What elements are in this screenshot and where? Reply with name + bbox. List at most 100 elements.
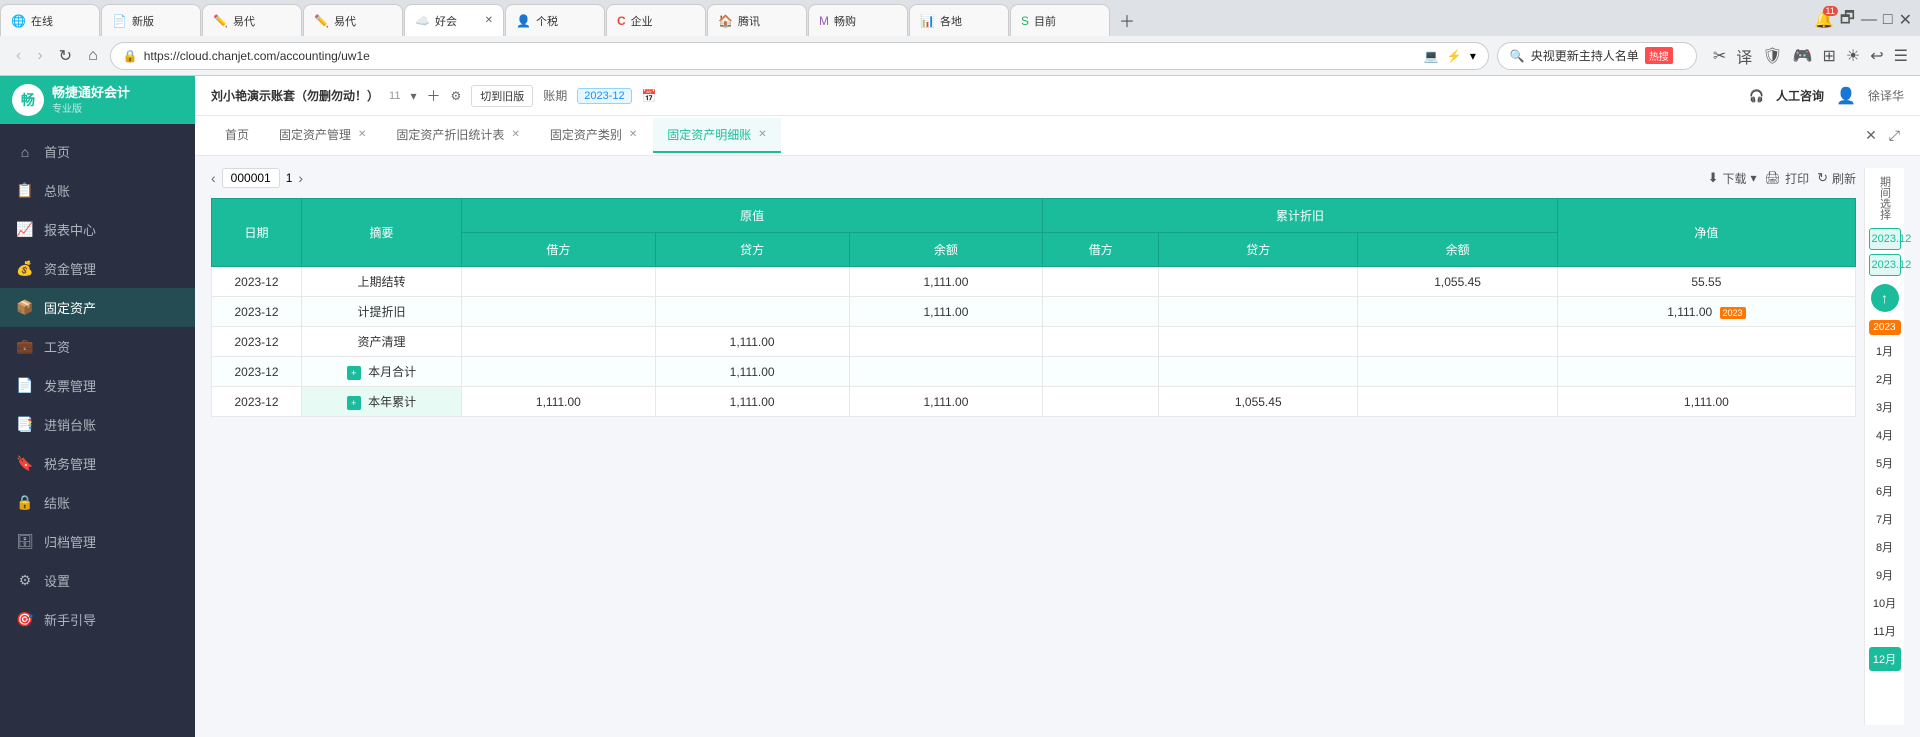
switch-version-button[interactable]: 切到旧版 xyxy=(471,85,533,107)
period-month-8[interactable]: 8月 xyxy=(1869,535,1901,559)
scissors-icon[interactable]: ✂ xyxy=(1713,46,1726,66)
sidebar-item-inventory[interactable]: 📑 进销台账 xyxy=(0,405,195,444)
period-date-2[interactable]: 2023.12 xyxy=(1869,254,1901,276)
device-icon[interactable]: 💻 xyxy=(1424,49,1439,63)
sun-icon[interactable]: ☀ xyxy=(1846,46,1860,66)
add-account-button[interactable]: ＋ xyxy=(426,86,440,106)
gamepad-icon[interactable]: 🎮 xyxy=(1793,46,1813,66)
sidebar-item-archive[interactable]: 🗄 归档管理 xyxy=(0,522,195,561)
sidebar-item-label: 新手引导 xyxy=(44,610,96,629)
menu-icon[interactable]: ☰ xyxy=(1894,46,1908,66)
tab-favicon: 🌐 xyxy=(11,14,26,28)
period-month-5[interactable]: 5月 xyxy=(1869,451,1901,475)
sidebar-item-reports[interactable]: 📈 报表中心 xyxy=(0,210,195,249)
customer-service[interactable]: 人工咨询 xyxy=(1776,87,1824,104)
lightning-icon[interactable]: ⚡ xyxy=(1447,49,1462,63)
sidebar-item-payroll[interactable]: 💼 工资 xyxy=(0,327,195,366)
close-browser-icon[interactable]: ✕ xyxy=(1899,10,1912,30)
sidebar-item-ledger[interactable]: 📋 总账 xyxy=(0,171,195,210)
period-month-7[interactable]: 7月 xyxy=(1869,507,1901,531)
calendar-icon[interactable]: 📅 xyxy=(642,89,657,103)
browser-tab-yidai2[interactable]: ✏️ 易代 xyxy=(303,4,403,36)
period-month-6[interactable]: 6月 xyxy=(1869,479,1901,503)
browser-tab-mubiao[interactable]: S 目前 xyxy=(1010,4,1110,36)
period-month-10[interactable]: 10月 xyxy=(1869,591,1901,615)
period-month-12[interactable]: 12月 xyxy=(1869,647,1901,671)
expand-tab-button[interactable]: ⤢ xyxy=(1885,123,1904,148)
cell-accum-balance xyxy=(1358,297,1557,327)
sidebar-item-home[interactable]: ⌂ 首页 xyxy=(0,132,195,171)
sidebar-item-invoice[interactable]: 📄 发票管理 xyxy=(0,366,195,405)
period-date-1[interactable]: 2023.12 xyxy=(1869,228,1901,250)
restore-icon[interactable]: 🗗 xyxy=(1840,7,1855,34)
history-icon[interactable]: ↩ xyxy=(1870,46,1883,66)
period-month-3[interactable]: 3月 xyxy=(1869,395,1901,419)
sidebar-item-label: 税务管理 xyxy=(44,454,96,473)
reload-button[interactable]: ↻ xyxy=(55,42,76,70)
download-icon: ⬇ xyxy=(1708,170,1719,186)
close-tab-button[interactable]: ✕ xyxy=(1861,123,1881,148)
sidebar-item-funds[interactable]: 💰 资金管理 xyxy=(0,249,195,288)
notification-icon[interactable]: 🔔 11 xyxy=(1814,10,1834,30)
sidebar-item-fixed-assets[interactable]: 📦 固定资产 xyxy=(0,288,195,327)
search-area[interactable]: 🔍 央视更新主持人名单 热搜 xyxy=(1497,42,1697,70)
tab-close-icon[interactable]: ✕ xyxy=(485,15,493,26)
browser-tab-online[interactable]: 🌐 在线 xyxy=(0,4,100,36)
dropdown-arrow[interactable]: ▾ xyxy=(410,89,416,103)
grid-icon[interactable]: ⊞ xyxy=(1823,46,1836,66)
tab-close-icon[interactable]: ✕ xyxy=(758,129,766,140)
translate-icon[interactable]: 译 xyxy=(1736,44,1752,68)
tab-close-icon[interactable]: ✕ xyxy=(511,129,519,140)
prev-page-button[interactable]: ‹ xyxy=(211,170,216,186)
top-bar-right: 🎧 人工咨询 👤 徐译华 xyxy=(1749,86,1904,106)
settings-gear-icon[interactable]: ⚙ xyxy=(450,89,461,103)
tab-favicon: 📊 xyxy=(920,14,935,28)
print-button[interactable]: 🖨 打印 xyxy=(1765,170,1810,187)
forward-button[interactable]: › xyxy=(33,43,46,69)
year-badge: 2023 xyxy=(1720,307,1746,319)
browser-tab-tencent[interactable]: 🏠 腾讯 xyxy=(707,4,807,36)
action-buttons: ⬇ 下载 ▾ 🖨 打印 ↻ 刷新 xyxy=(1708,170,1856,187)
browser-tab-qiye[interactable]: C 企业 xyxy=(606,4,706,36)
back-button[interactable]: ‹ xyxy=(12,43,25,69)
download-dropdown-icon: ▾ xyxy=(1751,171,1757,185)
browser-tab-haohui[interactable]: ☁️ 好会 ✕ xyxy=(404,4,504,36)
period-month-2[interactable]: 2月 xyxy=(1869,367,1901,391)
shield-icon[interactable]: 🛡 xyxy=(1762,46,1782,66)
sidebar-item-close[interactable]: 🔒 结账 xyxy=(0,483,195,522)
period-month-4[interactable]: 4月 xyxy=(1869,423,1901,447)
headset-icon: 🎧 xyxy=(1749,89,1764,103)
browser-tab-yidai1[interactable]: ✏️ 易代 xyxy=(202,4,302,36)
period-month-9[interactable]: 9月 xyxy=(1869,563,1901,587)
period-year[interactable]: 2023 xyxy=(1869,320,1901,335)
browser-tab-chang[interactable]: M 畅购 xyxy=(808,4,908,36)
minimize-icon[interactable]: — xyxy=(1861,11,1877,29)
browser-tab-new[interactable]: 📄 新版 xyxy=(101,4,201,36)
tab-close-icon[interactable]: ✕ xyxy=(629,129,637,140)
maximize-icon[interactable]: □ xyxy=(1883,11,1893,29)
sidebar-item-tax[interactable]: 🔖 税务管理 xyxy=(0,444,195,483)
tab-home[interactable]: 首页 xyxy=(211,118,263,153)
tab-fixed-assets-mgmt[interactable]: 固定资产管理 ✕ xyxy=(265,118,380,153)
period-month-1[interactable]: 1月 xyxy=(1869,339,1901,363)
tab-depreciation-stats[interactable]: 固定资产折旧统计表 ✕ xyxy=(382,118,533,153)
sidebar-item-guide[interactable]: 🎯 新手引导 xyxy=(0,600,195,639)
search-text: 央视更新主持人名单 xyxy=(1531,47,1639,64)
tab-asset-ledger[interactable]: 固定资产明细账 ✕ xyxy=(653,118,780,153)
tab-close-icon[interactable]: ✕ xyxy=(358,129,366,140)
sidebar-item-settings[interactable]: ⚙ 设置 xyxy=(0,561,195,600)
dropdown-icon[interactable]: ▾ xyxy=(1470,49,1476,63)
period-month-11[interactable]: 11月 xyxy=(1869,619,1901,643)
browser-tab-geshui[interactable]: 👤 个税 xyxy=(505,4,605,36)
scroll-up-button[interactable]: ↑ xyxy=(1871,284,1899,312)
url-input[interactable]: 🔒 https://cloud.chanjet.com/accounting/u… xyxy=(110,42,1489,70)
new-tab-button[interactable]: ＋ xyxy=(1111,4,1143,36)
browser-tab-gedi[interactable]: 📊 各地 xyxy=(909,4,1009,36)
refresh-button[interactable]: ↻ 刷新 xyxy=(1817,170,1856,187)
download-button[interactable]: ⬇ 下载 ▾ xyxy=(1708,170,1757,187)
home-button[interactable]: ⌂ xyxy=(84,43,102,69)
next-page-button[interactable]: › xyxy=(298,170,303,186)
sidebar-item-label: 资金管理 xyxy=(44,259,96,278)
tab-asset-categories[interactable]: 固定资产类别 ✕ xyxy=(536,118,651,153)
tab-favicon: S xyxy=(1021,14,1029,28)
